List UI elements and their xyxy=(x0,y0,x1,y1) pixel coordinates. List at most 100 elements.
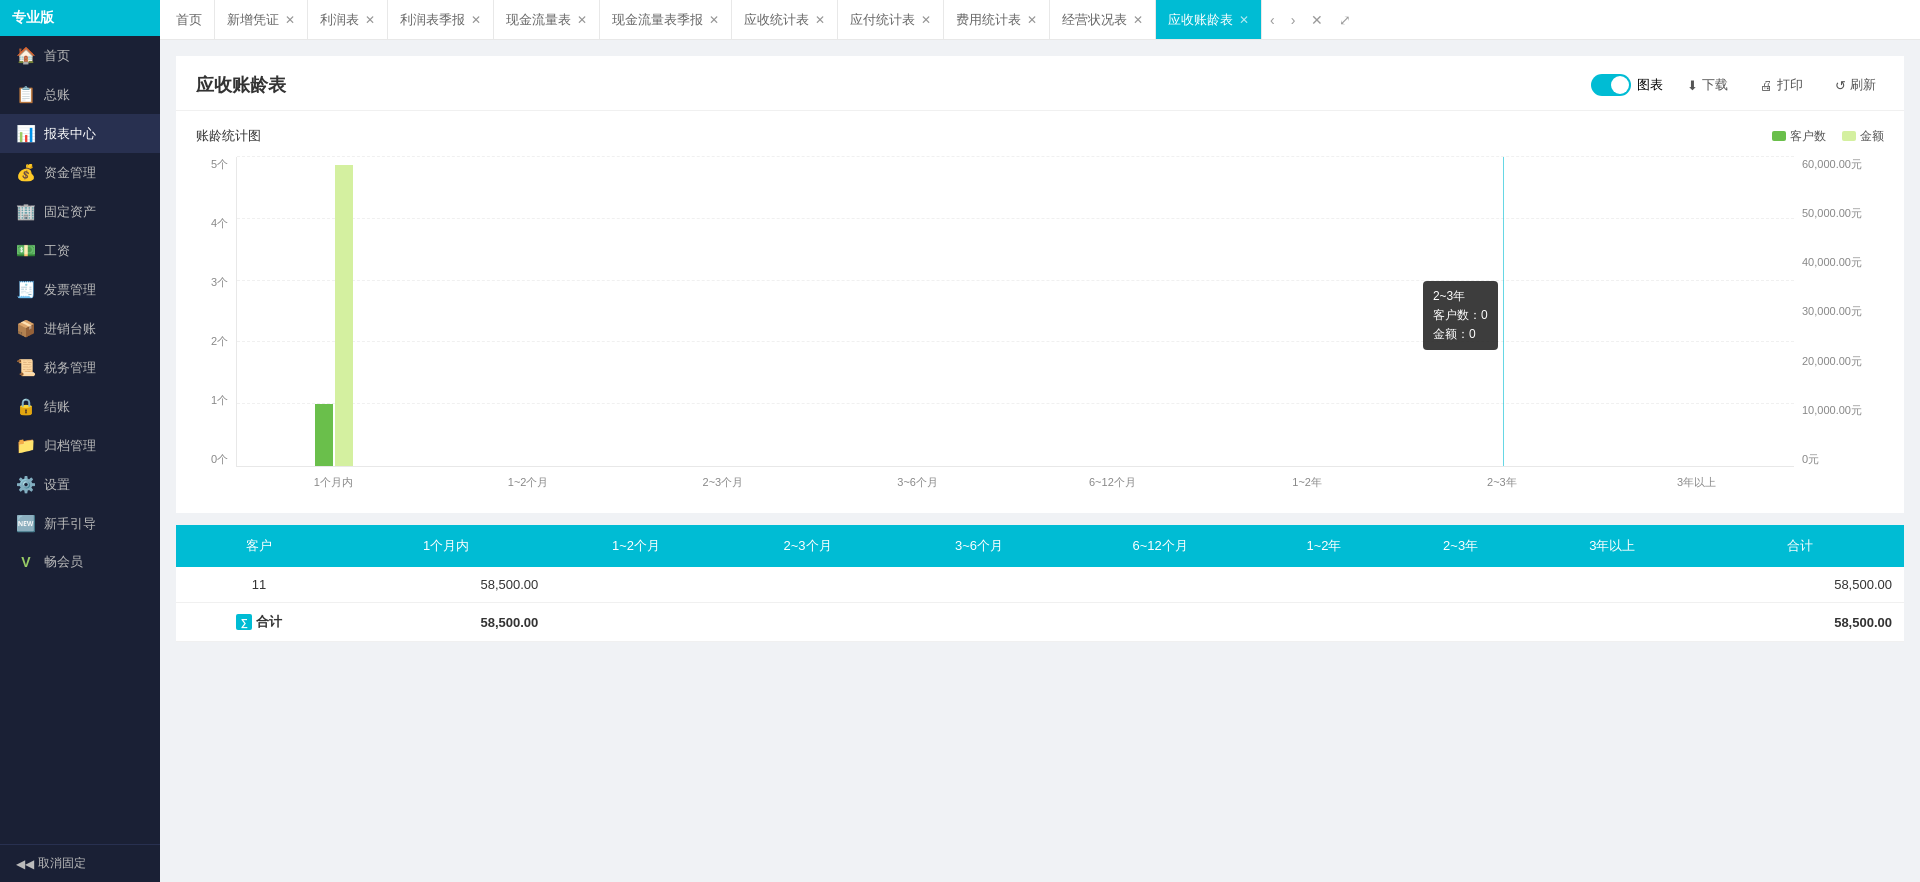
y-axis-left: 5个 4个 3个 2个 1个 0个 xyxy=(196,157,236,467)
close-tab-operations[interactable]: ✕ xyxy=(1133,13,1143,27)
cursor-line xyxy=(1503,157,1504,466)
sidebar-item-home[interactable]: 🏠 首页 xyxy=(0,36,160,75)
closing-icon: 🔒 xyxy=(16,397,36,416)
y-left-1: 1个 xyxy=(211,393,228,408)
sidebar-item-inventory[interactable]: 📦 进销台账 xyxy=(0,309,160,348)
invoice-icon: 🧾 xyxy=(16,280,36,299)
sidebar-item-guide[interactable]: 🆕 新手引导 xyxy=(0,504,160,543)
sidebar-item-assets[interactable]: 🏢 固定资产 xyxy=(0,192,160,231)
table-total-row: ∑ 合计 58,500.00 58,500.00 xyxy=(176,603,1904,642)
tab-expense-stats[interactable]: 费用统计表 ✕ xyxy=(944,0,1050,40)
close-tab-voucher[interactable]: ✕ xyxy=(285,13,295,27)
sidebar-item-salary[interactable]: 💵 工资 xyxy=(0,231,160,270)
tab-operations[interactable]: 经营状况表 ✕ xyxy=(1050,0,1156,40)
bar-amount-0 xyxy=(335,165,353,466)
close-tab-cashflow-quarter[interactable]: ✕ xyxy=(709,13,719,27)
tab-ap-stats[interactable]: 应付统计表 ✕ xyxy=(838,0,944,40)
col-m1: 1个月内 xyxy=(342,525,550,567)
tab-prev-btn[interactable]: ‹ xyxy=(1262,0,1283,40)
sidebar-collapse[interactable]: ◀◀ 取消固定 xyxy=(0,844,160,882)
sidebar-item-tax[interactable]: 📜 税务管理 xyxy=(0,348,160,387)
total-m23 xyxy=(722,603,893,642)
salary-icon: 💵 xyxy=(16,241,36,260)
total-m612 xyxy=(1065,603,1256,642)
tab-expand-btn[interactable]: ⤢ xyxy=(1331,0,1359,40)
x-axis-labels: 1个月内 1~2个月 2~3个月 3~6个月 6~12个月 1~2年 2~3年 … xyxy=(236,467,1794,497)
close-tab-ar-aging[interactable]: ✕ xyxy=(1239,13,1249,27)
sidebar-item-funds[interactable]: 💰 资金管理 xyxy=(0,153,160,192)
chart-header: 账龄统计图 客户数 金额 xyxy=(196,127,1884,145)
tab-cashflow[interactable]: 现金流量表 ✕ xyxy=(494,0,600,40)
tab-home[interactable]: 首页 xyxy=(164,0,215,40)
close-tab-profit-quarter[interactable]: ✕ xyxy=(471,13,481,27)
tab-next-btn[interactable]: › xyxy=(1283,0,1304,40)
sidebar-item-invoice[interactable]: 🧾 发票管理 xyxy=(0,270,160,309)
total-y23 xyxy=(1392,603,1529,642)
tab-profit-quarter[interactable]: 利润表季报 ✕ xyxy=(388,0,494,40)
sidebar-item-closing[interactable]: 🔒 结账 xyxy=(0,387,160,426)
chart-toggle-label: 图表 xyxy=(1637,76,1663,94)
tab-ar-stats[interactable]: 应收统计表 ✕ xyxy=(732,0,838,40)
total-total: 58,500.00 xyxy=(1696,603,1904,642)
chart-toggle-switch[interactable] xyxy=(1591,74,1631,96)
y-right-0: 0元 xyxy=(1802,452,1819,467)
print-icon: 🖨 xyxy=(1760,78,1773,93)
x-label-y3plus: 3年以上 xyxy=(1599,475,1794,490)
cell-m23 xyxy=(722,567,893,603)
sidebar-item-settings[interactable]: ⚙️ 设置 xyxy=(0,465,160,504)
x-label-y12: 1~2年 xyxy=(1210,475,1405,490)
table-section: 客户 1个月内 1~2个月 2~3个月 3~6个月 6~12个月 1~2年 2~… xyxy=(176,525,1904,642)
close-tab-profit[interactable]: ✕ xyxy=(365,13,375,27)
settings-icon: ⚙️ xyxy=(16,475,36,494)
chart-title: 账龄统计图 xyxy=(196,127,261,145)
legend-customers-color xyxy=(1772,131,1786,141)
chart-toggle-group[interactable]: 图表 xyxy=(1591,74,1663,96)
cell-y3plus xyxy=(1529,567,1696,603)
sum-icon: ∑ xyxy=(236,614,252,630)
col-m23: 2~3个月 xyxy=(722,525,893,567)
tab-bar: 首页 新增凭证 ✕ 利润表 ✕ 利润表季报 ✕ 现金流量表 ✕ 现金流量表季报 … xyxy=(160,0,1920,40)
close-tab-cashflow[interactable]: ✕ xyxy=(577,13,587,27)
cell-m612 xyxy=(1065,567,1256,603)
y-left-4: 4个 xyxy=(211,216,228,231)
y-left-5: 5个 xyxy=(211,157,228,172)
y-right-30k: 30,000.00元 xyxy=(1802,304,1862,319)
legend-amount: 金额 xyxy=(1842,128,1884,145)
y-right-10k: 10,000.00元 xyxy=(1802,403,1862,418)
col-customer: 客户 xyxy=(176,525,342,567)
tab-cashflow-quarter[interactable]: 现金流量表季报 ✕ xyxy=(600,0,732,40)
content-area: 应收账龄表 图表 ⬇ 下载 🖨 打印 ↺ 刷新 xyxy=(160,40,1920,882)
legend-customers: 客户数 xyxy=(1772,128,1826,145)
close-tab-expense-stats[interactable]: ✕ xyxy=(1027,13,1037,27)
y-left-3: 3个 xyxy=(211,275,228,290)
total-y12 xyxy=(1256,603,1393,642)
y-right-40k: 40,000.00元 xyxy=(1802,255,1862,270)
sidebar-item-vip[interactable]: V 畅会员 xyxy=(0,543,160,581)
tab-ar-aging[interactable]: 应收账龄表 ✕ xyxy=(1156,0,1262,40)
y-left-0: 0个 xyxy=(211,452,228,467)
sidebar-item-ledger[interactable]: 📋 总账 xyxy=(0,75,160,114)
close-tab-ar-stats[interactable]: ✕ xyxy=(815,13,825,27)
close-tab-ap-stats[interactable]: ✕ xyxy=(921,13,931,27)
legend-amount-color xyxy=(1842,131,1856,141)
total-y3plus xyxy=(1529,603,1696,642)
chevron-left-icon: ◀◀ xyxy=(16,857,34,871)
refresh-button[interactable]: ↺ 刷新 xyxy=(1827,72,1884,98)
print-button[interactable]: 🖨 打印 xyxy=(1752,72,1811,98)
reports-icon: 📊 xyxy=(16,124,36,143)
total-m1: 58,500.00 xyxy=(342,603,550,642)
tab-profit[interactable]: 利润表 ✕ xyxy=(308,0,388,40)
sidebar-item-archive[interactable]: 📁 归档管理 xyxy=(0,426,160,465)
ledger-icon: 📋 xyxy=(16,85,36,104)
ar-aging-table: 客户 1个月内 1~2个月 2~3个月 3~6个月 6~12个月 1~2年 2~… xyxy=(176,525,1904,642)
tab-voucher[interactable]: 新增凭证 ✕ xyxy=(215,0,308,40)
cell-y12 xyxy=(1256,567,1393,603)
home-icon: 🏠 xyxy=(16,46,36,65)
archive-icon: 📁 xyxy=(16,436,36,455)
sidebar-item-reports[interactable]: 📊 报表中心 xyxy=(0,114,160,153)
tab-close-all-btn[interactable]: ✕ xyxy=(1303,0,1331,40)
tax-icon: 📜 xyxy=(16,358,36,377)
sidebar-logo: 专业版 xyxy=(0,0,160,36)
x-label-m1: 1个月内 xyxy=(236,475,431,490)
download-button[interactable]: ⬇ 下载 xyxy=(1679,72,1736,98)
